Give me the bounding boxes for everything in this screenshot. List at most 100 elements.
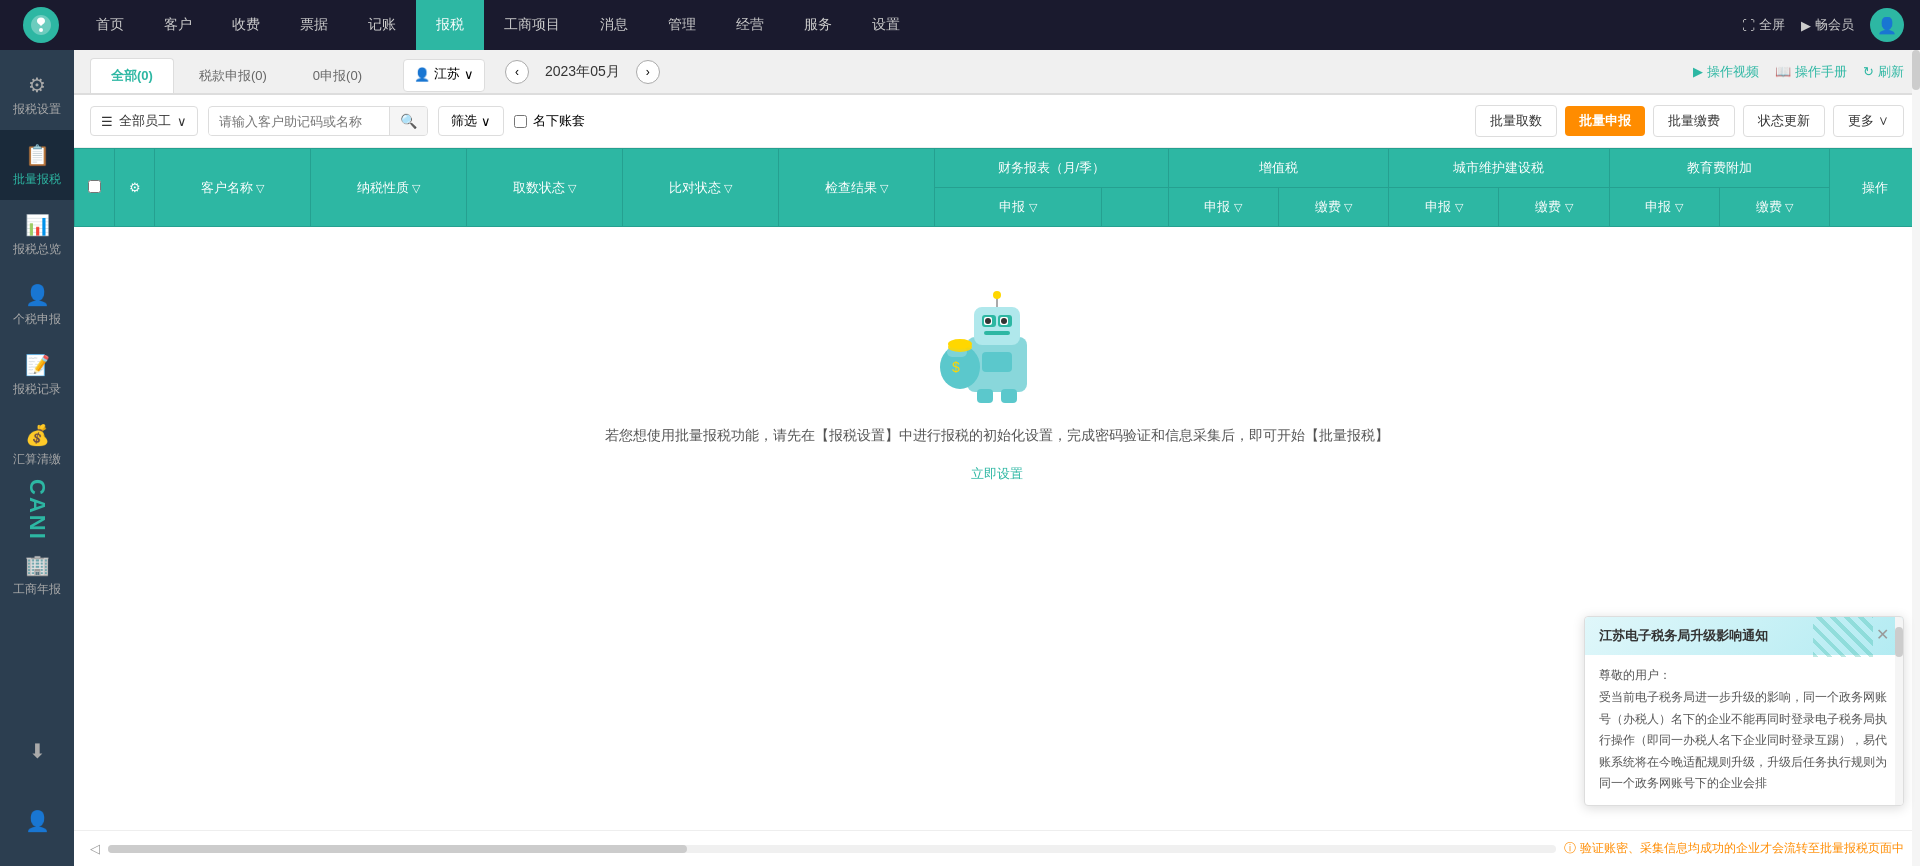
nav-operation[interactable]: 经营 [716,0,784,50]
warning-icon: ⓘ [1564,840,1576,857]
batch-declare-button[interactable]: 批量申报 [1565,106,1645,136]
refresh-link[interactable]: ↻ 刷新 [1863,63,1904,81]
manual-label: 操作手册 [1795,63,1847,81]
prev-period-button[interactable]: ‹ [505,60,529,84]
notif-scrollbar[interactable] [1895,617,1903,805]
fullscreen-icon: ⛶ [1742,18,1755,33]
select-all-checkbox[interactable] [88,180,101,193]
horizontal-scrollbar[interactable] [108,845,1556,853]
left-arrow-icon[interactable]: ◁ [90,841,100,856]
filter-icon-4[interactable]: ▽ [724,182,732,194]
nav-home[interactable]: 首页 [76,0,144,50]
sidebar-label-annual-report: 工商年报 [13,581,61,598]
filter-icon-12[interactable]: ▽ [1785,201,1793,213]
nav-business[interactable]: 工商项目 [484,0,580,50]
nav-invoice[interactable]: 票据 [280,0,348,50]
video-link[interactable]: ▶ 操作视频 [1693,63,1759,81]
svg-rect-18 [977,389,993,403]
checkbox-text: 名下账套 [533,112,585,130]
notification-header: 江苏电子税务局升级影响通知 ✕ [1585,617,1903,655]
filter-icon-2[interactable]: ▽ [412,182,420,194]
sidebar-item-batch-tax[interactable]: 📋 批量报税 [0,130,74,200]
th-vat: 增值税 [1168,149,1389,188]
sidebar-label-tax-settings: 报税设置 [13,101,61,118]
sidebar-label-batch-tax: 批量报税 [13,171,61,188]
nav-message[interactable]: 消息 [580,0,648,50]
chevron-down-icon: ∨ [177,114,187,129]
member-button[interactable]: ▶ 畅会员 [1801,16,1854,34]
data-table: ⚙ 客户名称 ▽ 纳税性质 ▽ 取数状态 ▽ [74,148,1920,543]
member-label: 畅会员 [1815,16,1854,34]
search-button[interactable]: 🔍 [389,107,427,135]
video-label: 操作视频 [1707,63,1759,81]
sidebar-item-tax-overview[interactable]: 📊 报税总览 [0,200,74,270]
fullscreen-button[interactable]: ⛶ 全屏 [1742,16,1785,34]
sidebar-profile[interactable]: 👤 [0,786,74,856]
sidebar-item-annual-report[interactable]: 🏢 工商年报 [0,540,74,610]
tax-settings-icon: ⚙ [25,73,49,97]
filter-icon-5[interactable]: ▽ [880,182,888,194]
province-select[interactable]: 👤 江苏 ∨ [403,59,485,92]
tab-zero-declare[interactable]: 0申报(0) [292,58,383,93]
tab-all[interactable]: 全部(0) [90,58,174,93]
svg-rect-9 [984,331,1010,335]
nav-service[interactable]: 服务 [784,0,852,50]
batch-pay-button[interactable]: 批量缴费 [1653,105,1735,137]
logo[interactable] [16,0,66,50]
sidebar-download[interactable]: ⬇ [0,716,74,786]
cani-area: CANI [24,480,50,540]
nav-customer[interactable]: 客户 [144,0,212,50]
filter-icon-8[interactable]: ▽ [1344,201,1352,213]
sidebar-item-personal-tax[interactable]: 👤 个税申报 [0,270,74,340]
filter-icon-6[interactable]: ▽ [1029,201,1037,213]
next-period-button[interactable]: › [636,60,660,84]
filter-icon-3[interactable]: ▽ [568,182,576,194]
notification-close-button[interactable]: ✕ [1876,627,1889,643]
notification-panel: 江苏电子税务局升级影响通知 ✕ 尊敬的用户： 受当前电子税务局进一步升级的影响，… [1584,616,1904,806]
nav-fee[interactable]: 收费 [212,0,280,50]
nav-settings[interactable]: 设置 [852,0,920,50]
employee-select[interactable]: ☰ 全部员工 ∨ [90,106,198,136]
batch-fetch-button[interactable]: 批量取数 [1475,105,1557,137]
svg-rect-2 [974,307,1020,345]
filter-icon-7[interactable]: ▽ [1234,201,1242,213]
account-checkbox[interactable] [514,115,527,128]
status-update-button[interactable]: 状态更新 [1743,105,1825,137]
sidebar-label-reconcile: 汇算清缴 [13,451,61,468]
filter-icon-9[interactable]: ▽ [1455,201,1463,213]
video-icon: ▶ [1693,64,1703,79]
avatar[interactable]: 👤 [1870,8,1904,42]
th-gear: ⚙ [115,149,155,227]
checkbox-label[interactable]: 名下账套 [514,112,585,130]
refresh-label: 刷新 [1878,63,1904,81]
svg-text:$: $ [952,359,960,375]
tax-overview-icon: 📊 [25,213,49,237]
chevron-down-icon: ∨ [464,67,474,82]
sidebar-item-tax-settings[interactable]: ⚙ 报税设置 [0,60,74,130]
filter-button[interactable]: 筛选 ∨ [438,106,504,136]
download-icon: ⬇ [25,739,49,763]
profile-icon: 👤 [25,809,49,833]
th-vat-pay: 缴费 ▽ [1278,188,1388,227]
empty-message: 若您想使用批量报税功能，请先在【报税设置】中进行报税的初始化设置，完成密码验证和… [605,427,1389,445]
th-checkbox [75,149,115,227]
setup-link[interactable]: 立即设置 [971,465,1023,483]
tab-tax-declare[interactable]: 税款申报(0) [178,58,288,93]
nav-tax[interactable]: 报税 [416,0,484,50]
search-input[interactable] [209,108,389,135]
bottom-bar: ◁ ⓘ 验证账密、采集信息均成功的企业才会流转至批量报税页面中 [74,830,1920,866]
more-button[interactable]: 更多 ∨ [1833,105,1904,137]
manual-link[interactable]: 📖 操作手册 [1775,63,1847,81]
filter-icon-11[interactable]: ▽ [1675,201,1683,213]
sidebar-label-tax-records: 报税记录 [13,381,61,398]
tab-zero-count: 0 [350,68,357,83]
sidebar-item-reconcile[interactable]: 💰 汇算清缴 [0,410,74,480]
more-label: 更多 [1848,113,1874,128]
sidebar-item-tax-records[interactable]: 📝 报税记录 [0,340,74,410]
filter-label: 筛选 [451,112,477,130]
filter-icon-10[interactable]: ▽ [1565,201,1573,213]
right-scrollbar[interactable] [1912,50,1920,866]
nav-management[interactable]: 管理 [648,0,716,50]
filter-icon[interactable]: ▽ [256,182,264,194]
nav-accounting[interactable]: 记账 [348,0,416,50]
